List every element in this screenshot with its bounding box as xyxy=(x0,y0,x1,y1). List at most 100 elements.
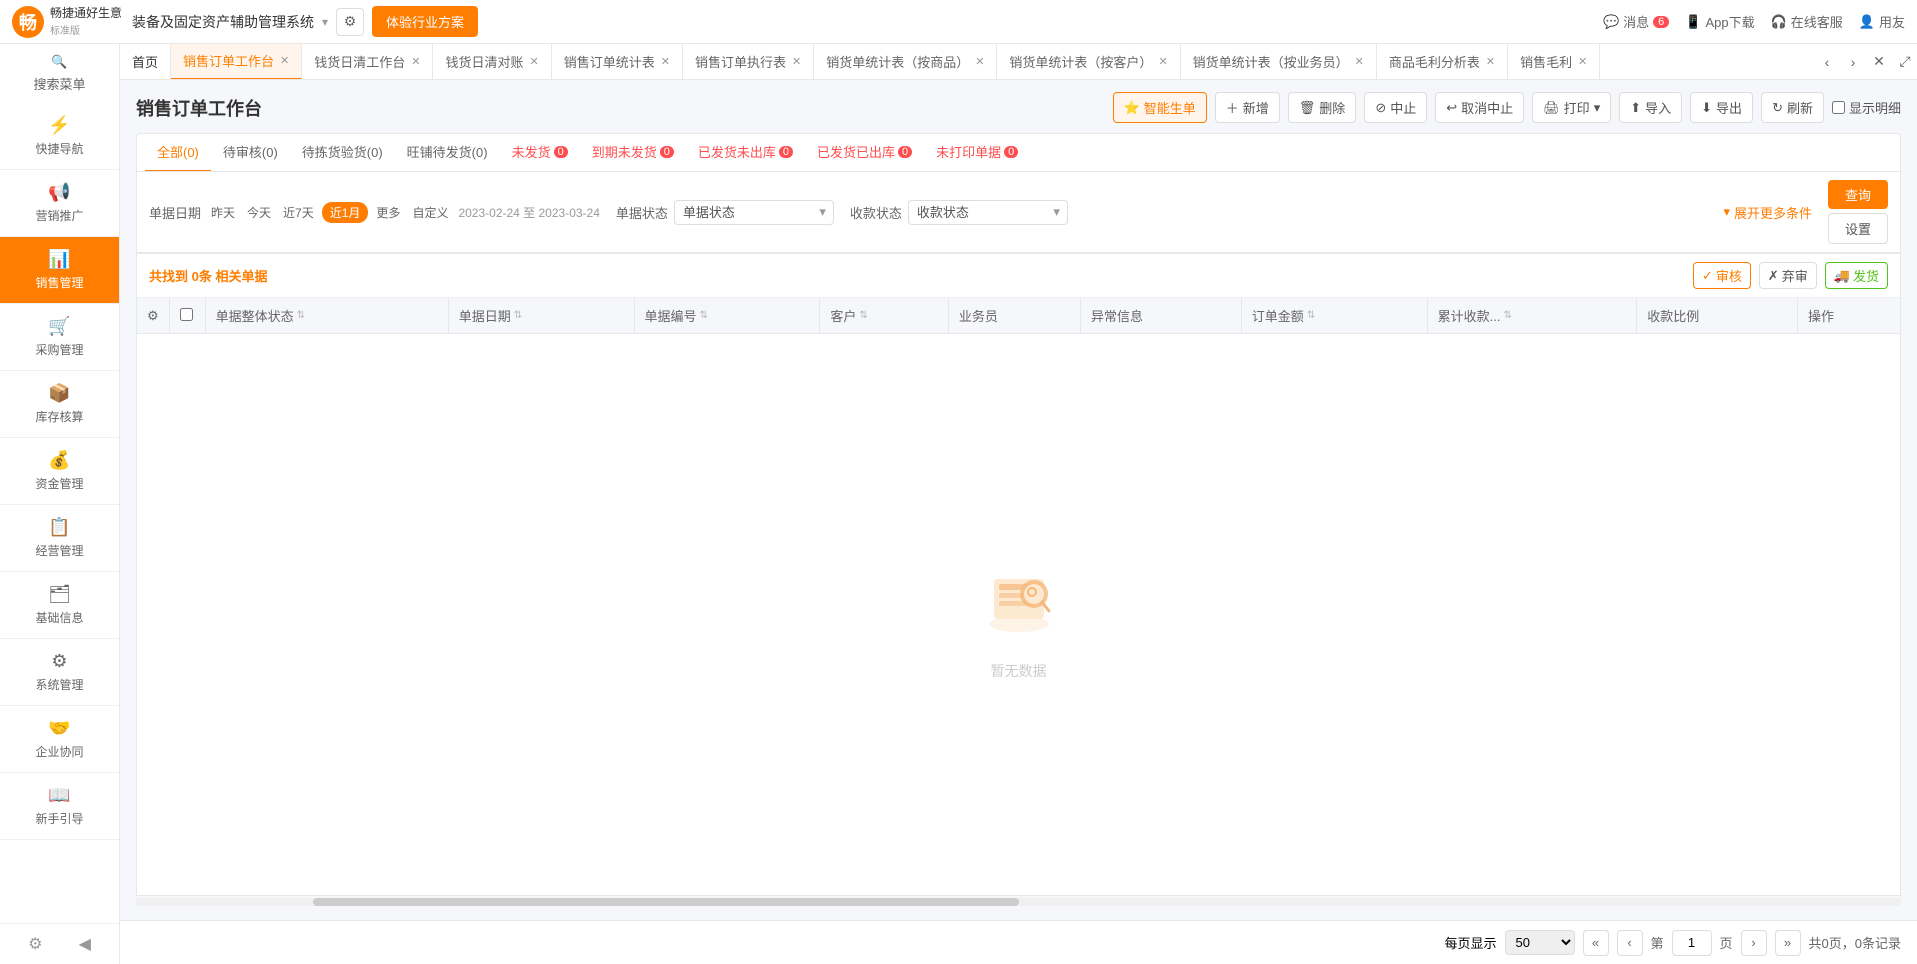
sub-tab-all[interactable]: 全部(0) xyxy=(145,134,211,172)
th-number-sort[interactable]: 单据编号 ⇅ xyxy=(645,306,810,325)
show-detail-checkbox[interactable] xyxy=(1832,101,1845,114)
page-size-select[interactable]: 50 100 200 xyxy=(1505,930,1575,955)
tab-sales-order-workbench-close[interactable]: ✕ xyxy=(280,54,289,67)
sidebar-item-purchase[interactable]: 🛒 采购管理 xyxy=(0,304,119,371)
th-settings[interactable]: ⚙ xyxy=(137,298,169,334)
page-next-button[interactable]: › xyxy=(1741,930,1767,956)
sub-tab-not-printed[interactable]: 未打印单据 0 xyxy=(924,134,1030,172)
tab-sales-stats-customer[interactable]: 销货单统计表（按客户） ✕ xyxy=(997,44,1180,80)
print-button[interactable]: 🖨 打印 ▾ xyxy=(1532,92,1611,123)
tab-product-margin[interactable]: 商品毛利分析表 ✕ xyxy=(1377,44,1508,80)
new-button[interactable]: ＋ 新增 xyxy=(1215,92,1280,123)
scroll-thumb[interactable] xyxy=(313,898,1019,906)
message-label: 消息 xyxy=(1623,12,1649,31)
sidebar-item-marketing[interactable]: 📢 营销推广 xyxy=(0,170,119,237)
cancel-suspend-button[interactable]: ↩ 取消中止 xyxy=(1435,92,1524,123)
page-suffix: 页 xyxy=(1720,933,1733,952)
sidebar-search-area[interactable]: 🔍 搜索菜单 xyxy=(0,44,119,103)
refresh-button[interactable]: ↻ 刷新 xyxy=(1761,92,1824,123)
tab-sales-stats-product-close[interactable]: ✕ xyxy=(975,55,984,68)
th-amount-sort[interactable]: 订单金额 ⇅ xyxy=(1252,306,1417,325)
export-button[interactable]: ⬇ 导出 xyxy=(1690,92,1753,123)
date-1month[interactable]: 近1月 xyxy=(322,202,369,223)
sidebar-item-sales[interactable]: 📊 销售管理 xyxy=(0,237,119,304)
select-all-checkbox[interactable] xyxy=(180,308,193,321)
sidebar-item-guide[interactable]: 📖 新手引导 xyxy=(0,773,119,840)
experience-button[interactable]: 体验行业方案 xyxy=(372,6,478,37)
column-settings-icon[interactable]: ⚙ xyxy=(147,308,159,323)
page-number-input[interactable] xyxy=(1672,930,1712,956)
smart-create-button[interactable]: ⭐ 智能生单 xyxy=(1113,92,1207,123)
tab-sales-stats-customer-close[interactable]: ✕ xyxy=(1158,55,1167,68)
user-menu-button[interactable]: 👤 用友 xyxy=(1859,12,1905,31)
sidebar-item-inventory[interactable]: 📦 库存核算 xyxy=(0,371,119,438)
tab-sales-profit[interactable]: 销售毛利 ✕ xyxy=(1508,44,1600,80)
status-select[interactable]: 单据状态 xyxy=(674,200,834,225)
filter-setting-button[interactable]: 设置 xyxy=(1828,213,1888,244)
ship-button[interactable]: 🚚 发货 xyxy=(1825,262,1888,289)
sidebar-item-finance[interactable]: 💰 资金管理 xyxy=(0,438,119,505)
date-more[interactable]: 更多 xyxy=(372,202,404,223)
page-content: 销售订单工作台 ⭐ 智能生单 ＋ 新增 🗑 删除 xyxy=(120,80,1917,920)
tab-sales-profit-close[interactable]: ✕ xyxy=(1578,55,1587,68)
page-prev-button[interactable]: ‹ xyxy=(1617,930,1643,956)
sidebar-settings-icon[interactable]: ⚙ xyxy=(28,934,42,954)
th-date-sort[interactable]: 单据日期 ⇅ xyxy=(459,306,624,325)
sub-tab-pending-review[interactable]: 待审核(0) xyxy=(211,134,290,172)
suspend-button[interactable]: ⊘ 中止 xyxy=(1364,92,1427,123)
tab-cash-reconcile[interactable]: 钱货日清对账 ✕ xyxy=(433,44,551,80)
tab-sales-stats-salesperson-close[interactable]: ✕ xyxy=(1355,55,1364,68)
date-7days[interactable]: 近7天 xyxy=(279,202,318,223)
tab-scroll-left-button[interactable]: ‹ xyxy=(1815,50,1839,74)
payment-select[interactable]: 收款状态 xyxy=(908,200,1068,225)
sidebar-item-system[interactable]: ⚙ 系统管理 xyxy=(0,639,119,706)
tab-cash-reconcile-close[interactable]: ✕ xyxy=(530,55,539,68)
th-customer-sort[interactable]: 客户 ⇅ xyxy=(830,306,938,325)
th-overall-status-sort[interactable]: 单据整体状态 ⇅ xyxy=(216,306,438,325)
tab-sales-stats-product[interactable]: 销货单统计表（按商品） ✕ xyxy=(814,44,997,80)
query-button[interactable]: 查询 xyxy=(1828,180,1888,209)
tab-sales-order-stats-close[interactable]: ✕ xyxy=(661,55,670,68)
tab-scroll-right-button[interactable]: › xyxy=(1841,50,1865,74)
sidebar-item-operations[interactable]: 📋 经营管理 xyxy=(0,505,119,572)
page-last-button[interactable]: » xyxy=(1775,930,1801,956)
sidebar-item-quicknav[interactable]: ⚡ 快捷导航 xyxy=(0,103,119,170)
sub-tab-pending-inspect[interactable]: 待拣货验货(0) xyxy=(290,134,395,172)
show-detail-checkbox-area[interactable]: 显示明细 xyxy=(1832,98,1901,117)
sub-tab-not-shipped[interactable]: 未发货 0 xyxy=(500,134,580,172)
date-custom[interactable]: 自定义 xyxy=(408,202,452,223)
sub-tab-wangpu-pending[interactable]: 旺铺待发货(0) xyxy=(395,134,500,172)
date-yesterday[interactable]: 昨天 xyxy=(207,202,239,223)
tab-sales-stats-salesperson[interactable]: 销货单统计表（按业务员） ✕ xyxy=(1181,44,1377,80)
sidebar-collapse-icon[interactable]: ◀ xyxy=(79,934,91,954)
page-first-button[interactable]: « xyxy=(1583,930,1609,956)
message-button[interactable]: 💬 消息 6 xyxy=(1603,12,1669,31)
settings-gear-button[interactable]: ⚙ xyxy=(336,8,364,36)
tab-cash-daily-close[interactable]: ✕ xyxy=(411,55,420,68)
tab-home[interactable]: 首页 xyxy=(120,44,171,80)
system-dropdown-arrow[interactable]: ▾ xyxy=(322,15,328,29)
app-download-button[interactable]: 📱 App下载 xyxy=(1685,12,1754,31)
unapprove-button[interactable]: ✗ 弃审 xyxy=(1759,262,1817,289)
online-service-button[interactable]: 🎧 在线客服 xyxy=(1771,12,1843,31)
tab-close-all-button[interactable]: ✕ xyxy=(1867,50,1891,74)
import-button[interactable]: ⬆ 导入 xyxy=(1619,92,1682,123)
date-today[interactable]: 今天 xyxy=(243,202,275,223)
sub-tab-shipped-out[interactable]: 已发货已出库 0 xyxy=(805,134,924,172)
tab-sales-order-exec[interactable]: 销售订单执行表 ✕ xyxy=(683,44,814,80)
sidebar-item-cooperation[interactable]: 🤝 企业协同 xyxy=(0,706,119,773)
delete-button[interactable]: 🗑 删除 xyxy=(1288,92,1357,123)
tab-sales-order-exec-close[interactable]: ✕ xyxy=(792,55,801,68)
sidebar-item-basics[interactable]: 🗂 基础信息 xyxy=(0,572,119,639)
expand-more-button[interactable]: ▾ 展开更多条件 xyxy=(1723,203,1812,222)
sub-tab-overdue-not-shipped[interactable]: 到期未发货 0 xyxy=(580,134,686,172)
tab-sales-order-stats[interactable]: 销售订单统计表 ✕ xyxy=(552,44,683,80)
th-collected-sort[interactable]: 累计收款... ⇅ xyxy=(1438,306,1627,325)
sub-tab-shipped-not-out[interactable]: 已发货未出库 0 xyxy=(686,134,805,172)
tab-product-margin-close[interactable]: ✕ xyxy=(1486,55,1495,68)
tab-sales-order-workbench[interactable]: 销售订单工作台 ✕ xyxy=(171,44,302,80)
approve-button[interactable]: ✓ 审核 xyxy=(1693,262,1751,289)
horizontal-scrollbar[interactable] xyxy=(136,898,1901,906)
tab-fullscreen-button[interactable]: ⤢ xyxy=(1893,50,1917,74)
tab-cash-daily[interactable]: 钱货日清工作台 ✕ xyxy=(302,44,433,80)
